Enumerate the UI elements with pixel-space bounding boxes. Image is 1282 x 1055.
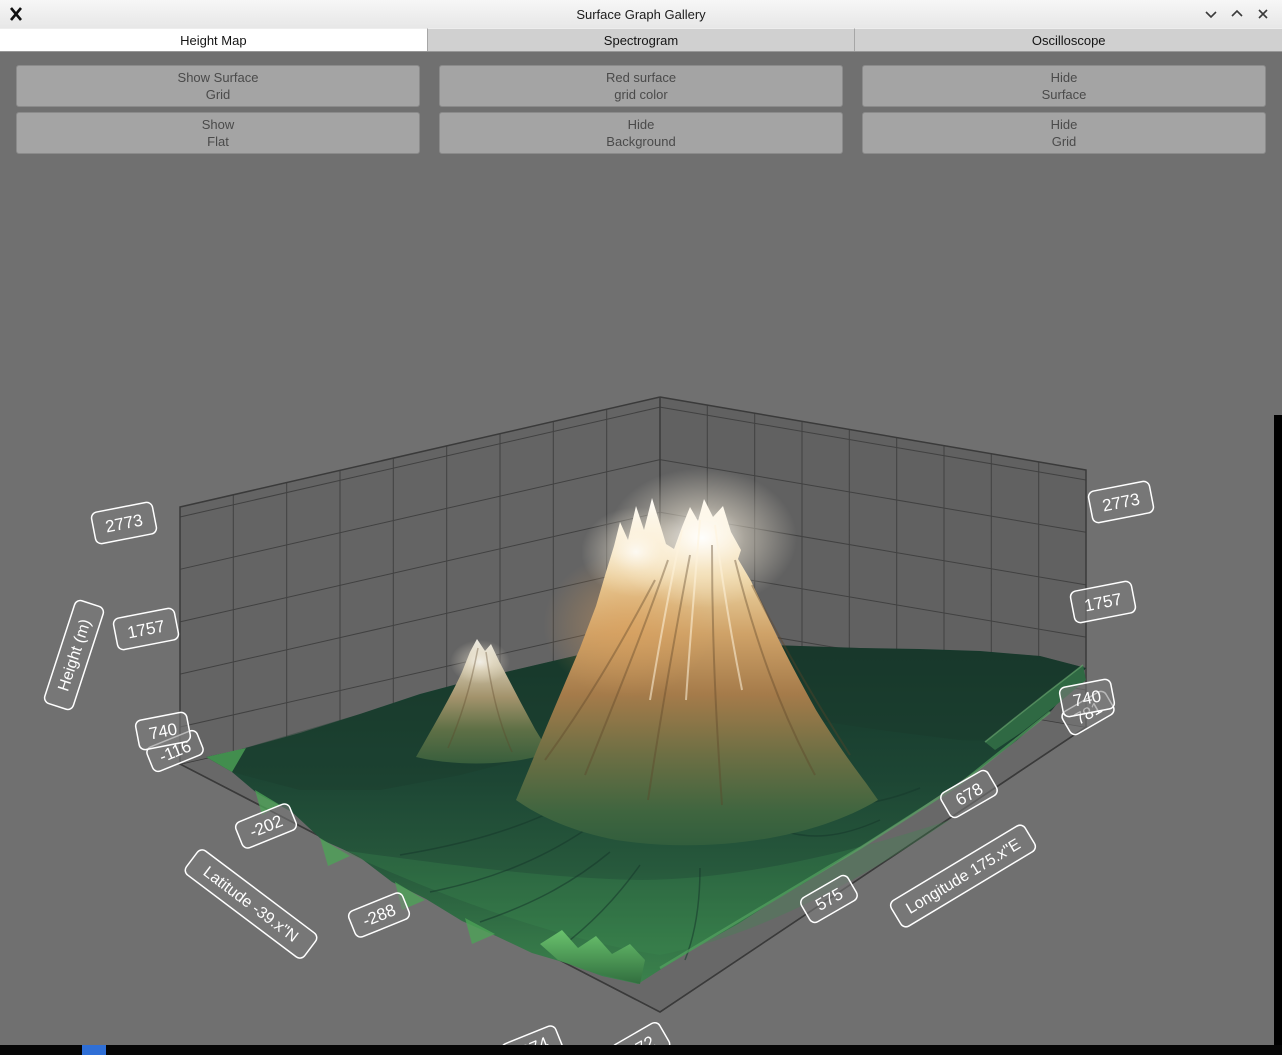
app-window: Surface Graph Gallery Height Map Spectro… — [0, 0, 1282, 1055]
window-controls — [1202, 5, 1282, 23]
close-x-icon — [1254, 5, 1272, 23]
chevron-down-icon — [1202, 5, 1220, 23]
hide-background-button[interactable]: Hide Background — [439, 112, 843, 154]
close-button[interactable] — [1254, 5, 1272, 23]
latitude-axis-title: Latitude -39.x"N — [183, 847, 319, 960]
height-tick-2773-left: 2773 — [91, 501, 158, 544]
height-tick-2773-right: 2773 — [1088, 480, 1155, 523]
maximize-button[interactable] — [1228, 5, 1246, 23]
shade-button[interactable] — [1202, 5, 1220, 23]
height-axis-title: Height (m) — [43, 599, 105, 711]
control-button-grid: Show Surface Grid Red surface grid color… — [16, 65, 1266, 154]
surface-grid-color-button[interactable]: Red surface grid color — [439, 65, 843, 107]
hide-grid-button[interactable]: Hide Grid — [862, 112, 1266, 154]
latitude-tick--288: -288 — [347, 891, 411, 939]
surface-3d-plot[interactable]: -116 781 2773 1757 740 2773 1757 740 -20… — [0, 0, 1282, 1055]
show-flat-button[interactable]: Show Flat — [16, 112, 420, 154]
taskbar-item[interactable] — [82, 1045, 106, 1055]
desktop-background-strip — [1274, 415, 1282, 1055]
chevron-up-icon — [1228, 5, 1246, 23]
show-surface-grid-button[interactable]: Show Surface Grid — [16, 65, 420, 107]
height-tick-1757-left: 1757 — [113, 607, 180, 650]
svg-text:Longitude 175.x"E: Longitude 175.x"E — [903, 836, 1023, 918]
x11-app-icon — [8, 6, 24, 22]
taskbar — [0, 1045, 1282, 1055]
svg-text:Latitude -39.x"N: Latitude -39.x"N — [200, 864, 301, 946]
hide-surface-button[interactable]: Hide Surface — [862, 65, 1266, 107]
